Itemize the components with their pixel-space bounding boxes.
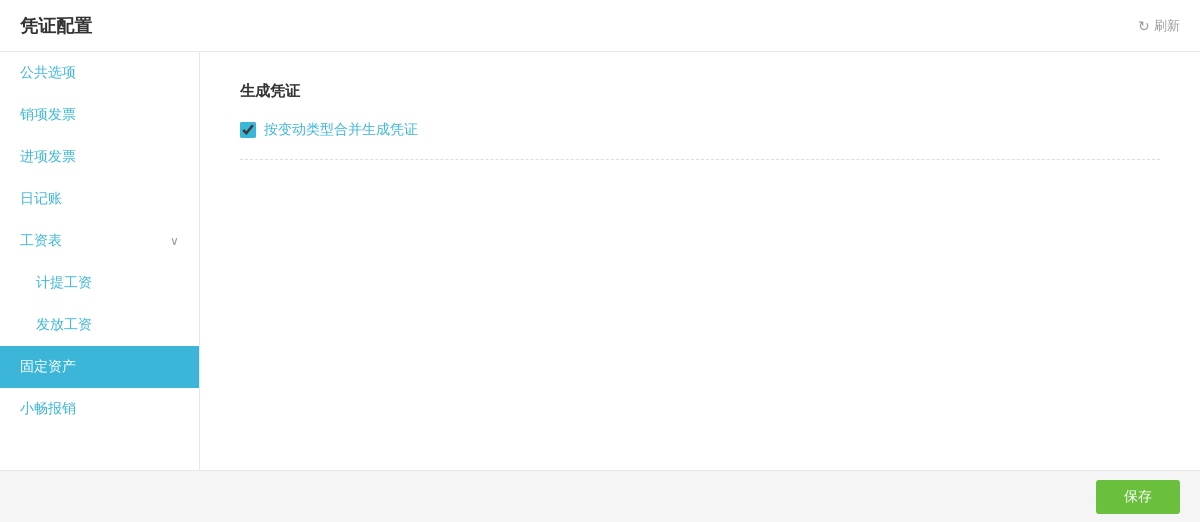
sidebar-item-label-expense-report: 小畅报销 — [20, 400, 76, 418]
content-area: 生成凭证 按变动类型合并生成凭证 — [200, 52, 1200, 470]
sidebar-item-label-payroll-calc: 计提工资 — [36, 274, 92, 292]
sidebar-item-payroll-distribute[interactable]: 发放工资 — [0, 304, 199, 346]
sidebar-item-label-fixed-assets: 固定资产 — [20, 358, 76, 376]
page-footer: 保存 — [0, 470, 1200, 522]
sidebar-item-label-payroll-table: 工资表 — [20, 232, 62, 250]
sidebar: 公共选项销项发票进项发票日记账工资表 ∨ 计提工资发放工资固定资产小畅报销 — [0, 52, 200, 470]
sidebar-item-fixed-assets[interactable]: 固定资产 — [0, 346, 199, 388]
sidebar-item-label-sales-invoice: 销项发票 — [20, 106, 76, 124]
refresh-icon: ↻ — [1138, 18, 1150, 34]
sidebar-item-journal[interactable]: 日记账 — [0, 178, 199, 220]
sidebar-item-sales-invoice[interactable]: 销项发票 — [0, 94, 199, 136]
sidebar-item-payroll-table[interactable]: 工资表 ∨ — [0, 220, 199, 262]
sidebar-item-purchase-invoice[interactable]: 进项发票 — [0, 136, 199, 178]
sidebar-item-label-journal: 日记账 — [20, 190, 62, 208]
section-title: 生成凭证 — [240, 82, 1160, 101]
refresh-button[interactable]: ↻ 刷新 — [1138, 17, 1180, 35]
chevron-down-icon: ∨ — [170, 234, 179, 248]
merge-by-type-checkbox[interactable] — [240, 122, 256, 138]
refresh-label: 刷新 — [1154, 17, 1180, 35]
checkbox-row: 按变动类型合并生成凭证 — [240, 121, 1160, 139]
sidebar-item-payroll-calc[interactable]: 计提工资 — [0, 262, 199, 304]
merge-by-type-label[interactable]: 按变动类型合并生成凭证 — [264, 121, 418, 139]
save-button[interactable]: 保存 — [1096, 480, 1180, 514]
sidebar-item-label-payroll-distribute: 发放工资 — [36, 316, 92, 334]
main-layout: 公共选项销项发票进项发票日记账工资表 ∨ 计提工资发放工资固定资产小畅报销 生成凭证… — [0, 52, 1200, 470]
sidebar-item-label-purchase-invoice: 进项发票 — [20, 148, 76, 166]
sidebar-item-public-options[interactable]: 公共选项 — [0, 52, 199, 94]
sidebar-item-label-public-options: 公共选项 — [20, 64, 76, 82]
page-title: 凭证配置 — [20, 14, 92, 38]
section-divider — [240, 159, 1160, 160]
page-header: 凭证配置 ↻ 刷新 — [0, 0, 1200, 52]
sidebar-item-expense-report[interactable]: 小畅报销 — [0, 388, 199, 430]
